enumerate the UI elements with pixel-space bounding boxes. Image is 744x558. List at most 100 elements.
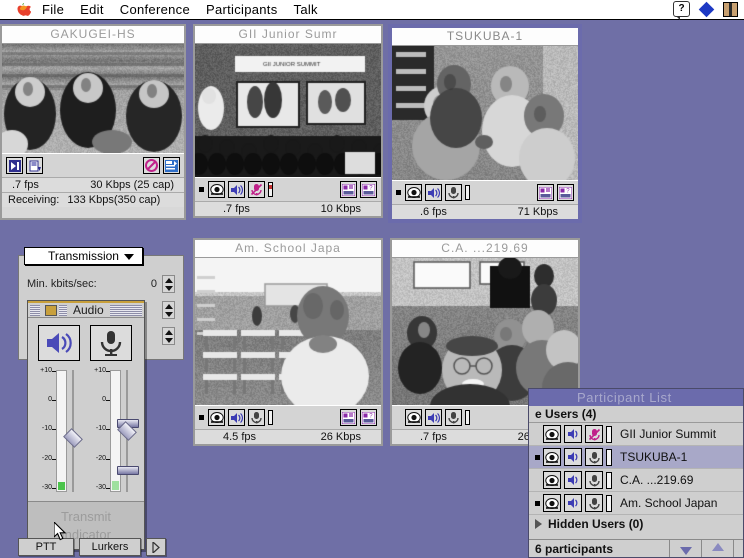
video-eye-icon[interactable] — [405, 184, 422, 201]
menu-participants[interactable]: Participants — [206, 2, 278, 17]
speaker-icon[interactable] — [228, 409, 245, 426]
lurkers-button[interactable]: Lurkers — [79, 538, 141, 556]
speaker-icon[interactable] — [425, 409, 442, 426]
level-bar-icon[interactable] — [268, 182, 273, 197]
audio-window-titlebar[interactable]: Audio — [28, 301, 144, 318]
audio-window-title: Audio — [69, 303, 108, 317]
active-users-section: e Users (4) — [529, 406, 743, 423]
panel-stats: .6 fps 71 Kbps — [392, 204, 578, 219]
video-panel-gakugei[interactable]: GAKUGEI-HS .7 fps 30 Kbps (25 cap) Recei — [0, 24, 186, 220]
option-2-stepper[interactable] — [162, 301, 175, 319]
receiving-label: Receiving: — [8, 194, 59, 206]
level-bar-icon[interactable] — [606, 426, 612, 443]
scale-label: -30 — [96, 485, 106, 491]
speaker-icon[interactable] — [564, 471, 582, 489]
info-card-icon[interactable] — [340, 409, 357, 426]
speaker-icon[interactable] — [228, 181, 245, 198]
titlebar-stripes-mid — [59, 305, 67, 316]
application-switcher-icon[interactable] — [723, 2, 738, 17]
menu-conference[interactable]: Conference — [120, 2, 190, 17]
speaker-icon[interactable] — [564, 425, 582, 443]
help-card-icon[interactable]: ? — [557, 184, 574, 201]
audio-bottom-buttons: PTT Lurkers — [18, 538, 166, 556]
speaker-button[interactable] — [38, 325, 80, 361]
mic-threshold-handle-lower[interactable] — [117, 466, 139, 475]
settings-icon[interactable] — [163, 157, 180, 174]
microphone-icon[interactable] — [445, 184, 462, 201]
mouse-cursor — [54, 522, 68, 542]
level-bar-icon[interactable] — [606, 495, 612, 512]
microphone-button[interactable] — [90, 325, 132, 361]
participant-list-footer: 6 participants — [529, 539, 743, 557]
video-eye-icon[interactable] — [543, 471, 561, 489]
level-bar-icon[interactable] — [268, 410, 273, 425]
level-bar-icon[interactable] — [606, 472, 612, 489]
scroll-up-icon[interactable] — [701, 540, 733, 557]
participant-row-ca[interactable]: C.A. ...219.69 — [529, 469, 743, 492]
video-eye-icon[interactable] — [543, 494, 561, 512]
speaker-icon[interactable] — [564, 448, 582, 466]
microphone-icon[interactable] — [248, 409, 265, 426]
close-icon[interactable] — [45, 305, 57, 316]
video-panel-tsukuba[interactable]: TSUKUBA-1 ? .6 fps 71 — [388, 24, 582, 223]
help-icon[interactable]: ? — [673, 1, 690, 17]
video-panel-amschool[interactable]: Am. School Japa ? 4.5 fps — [193, 238, 383, 446]
transmission-dropdown[interactable]: Transmission — [24, 247, 143, 265]
scale-label: +10 — [40, 368, 52, 374]
help-card-icon[interactable]: ? — [360, 409, 377, 426]
save-snapshot-icon[interactable] — [26, 157, 43, 174]
panel-title: GAKUGEI-HS — [2, 26, 184, 44]
scale-label: -10 — [96, 426, 106, 432]
participant-row-gii[interactable]: GII Junior Summit — [529, 423, 743, 446]
video-feed[interactable] — [392, 46, 578, 180]
min-kbits-stepper[interactable] — [162, 275, 175, 293]
fps-value: .7 fps — [398, 431, 447, 443]
video-eye-icon[interactable] — [543, 425, 561, 443]
microphone-icon[interactable] — [585, 448, 603, 466]
video-eye-icon[interactable] — [208, 409, 225, 426]
microphone-muted-icon[interactable] — [585, 425, 603, 443]
level-bar-icon[interactable] — [465, 185, 470, 200]
chevron-down-icon — [124, 254, 134, 260]
info-card-icon[interactable] — [340, 181, 357, 198]
diamond-icon[interactable] — [699, 1, 715, 17]
microphone-icon[interactable] — [585, 494, 603, 512]
speaker-icon[interactable] — [425, 184, 442, 201]
video-feed[interactable] — [195, 44, 381, 177]
speaker-icon[interactable] — [564, 494, 582, 512]
video-eye-icon[interactable] — [543, 448, 561, 466]
participant-row-tsukuba[interactable]: TSUKUBA-1 — [529, 446, 743, 469]
hidden-users-label: Hidden Users (0) — [548, 517, 643, 531]
panel-receiving: Receiving: 133 Kbps(350 cap) — [2, 192, 184, 207]
kbps-value: 26 Kbps — [321, 431, 375, 443]
participant-row-amschool[interactable]: Am. School Japan — [529, 492, 743, 515]
mute-block-icon[interactable] — [143, 157, 160, 174]
microphone-icon[interactable] — [445, 409, 462, 426]
level-bar-icon[interactable] — [465, 410, 470, 425]
hidden-users-section[interactable]: Hidden Users (0) — [529, 515, 743, 532]
resize-grip[interactable] — [733, 540, 743, 557]
scroll-down-icon[interactable] — [669, 540, 701, 557]
microphone-muted-icon[interactable] — [248, 181, 265, 198]
info-card-icon[interactable] — [537, 184, 554, 201]
min-kbits-row: Min. kbits/sec: 0 — [27, 278, 157, 290]
video-feed[interactable] — [392, 258, 578, 405]
expand-arrow-icon[interactable] — [146, 538, 166, 556]
menu-file[interactable]: File — [42, 2, 64, 17]
help-card-icon[interactable]: ? — [360, 181, 377, 198]
menubar-status-icons: ? — [673, 1, 738, 17]
menu-edit[interactable]: Edit — [80, 2, 104, 17]
video-feed[interactable] — [195, 258, 381, 405]
video-panel-gii[interactable]: GII Junior Sumr ? .7 fps — [193, 24, 383, 218]
video-eye-icon[interactable] — [405, 409, 422, 426]
video-feed[interactable] — [2, 44, 184, 153]
level-bar-icon[interactable] — [606, 449, 612, 466]
microphone-icon[interactable] — [585, 471, 603, 489]
disclosure-triangle-icon[interactable] — [535, 519, 542, 529]
video-eye-icon[interactable] — [208, 181, 225, 198]
participant-name: TSUKUBA-1 — [620, 450, 687, 464]
option-3-stepper[interactable] — [162, 327, 175, 345]
apple-logo-icon[interactable] — [16, 2, 32, 18]
pause-resume-icon[interactable] — [6, 157, 23, 174]
menu-talk[interactable]: Talk — [294, 2, 318, 17]
